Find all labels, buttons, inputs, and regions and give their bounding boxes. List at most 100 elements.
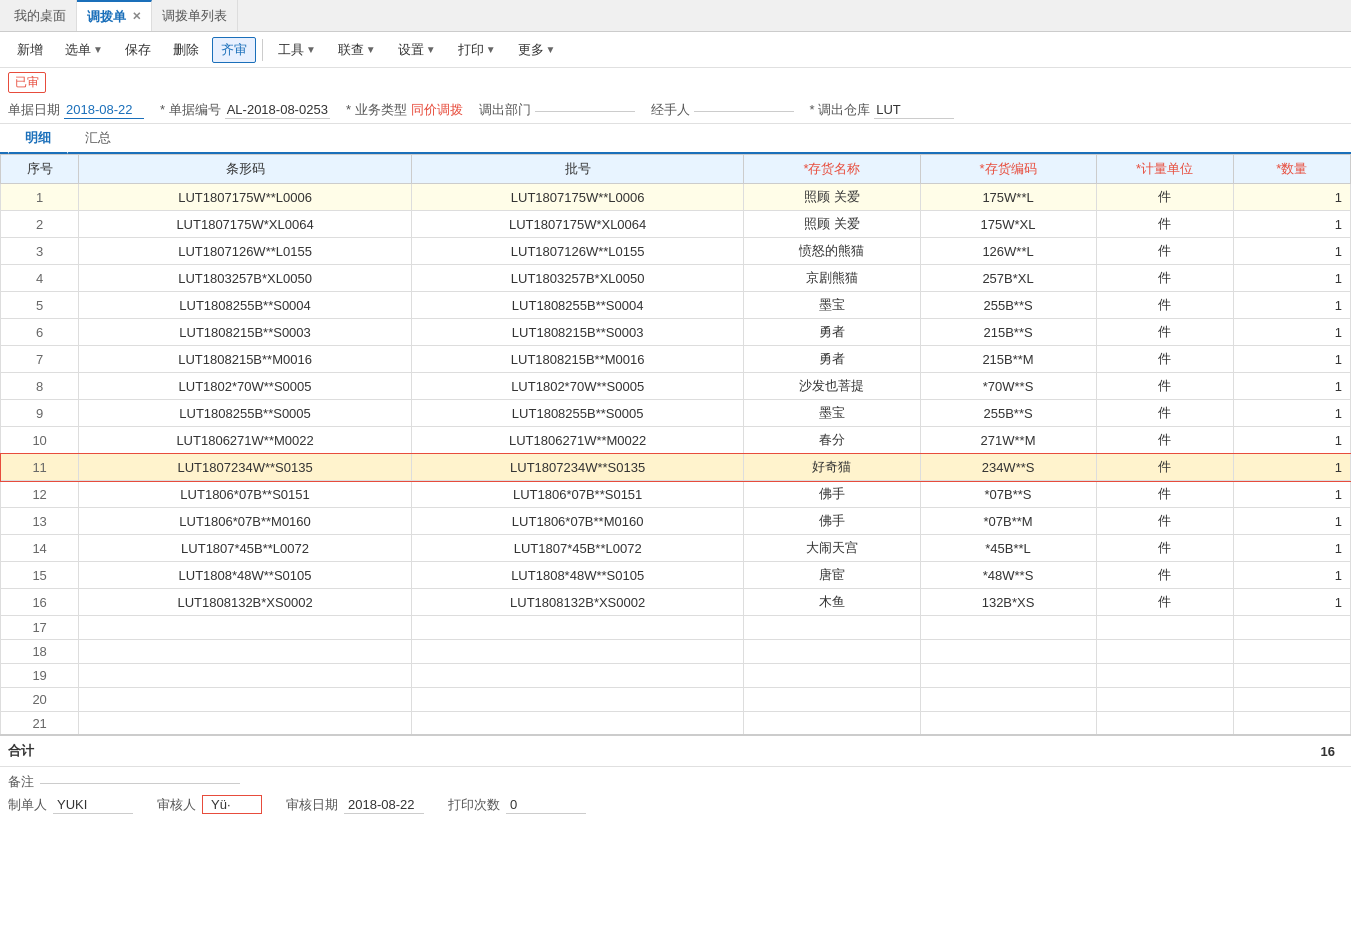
table-row[interactable]: 19 — [1, 664, 1351, 688]
cell-code — [920, 640, 1096, 664]
cell-seq: 1 — [1, 184, 79, 211]
cell-code: 126W**L — [920, 238, 1096, 265]
table-row[interactable]: 16LUT1808132B*XS0002LUT1808132B*XS0002木鱼… — [1, 589, 1351, 616]
table-row[interactable]: 4LUT1803257B*XL0050LUT1803257B*XL0050京剧熊… — [1, 265, 1351, 292]
approver-label: 审核人 — [157, 796, 196, 814]
cell-qty: 1 — [1233, 292, 1350, 319]
cell-barcode: LUT1807126W**L0155 — [79, 238, 412, 265]
approver-field: 审核人 Yü· — [157, 795, 262, 814]
col-header-qty: *数量 — [1233, 155, 1350, 184]
cell-name — [744, 640, 920, 664]
delete-label: 删除 — [173, 41, 199, 59]
tools-button[interactable]: 工具 ▼ — [269, 37, 325, 63]
tab-order-list[interactable]: 调拨单列表 — [152, 0, 238, 31]
handler-value[interactable] — [694, 109, 794, 112]
link-arrow-icon: ▼ — [366, 44, 376, 55]
cell-unit: 件 — [1096, 346, 1233, 373]
tab-order[interactable]: 调拨单 ✕ — [77, 0, 152, 31]
order-no-value[interactable]: AL-2018-08-0253 — [225, 101, 330, 119]
cell-unit: 件 — [1096, 562, 1233, 589]
table-row[interactable]: 20 — [1, 688, 1351, 712]
col-header-barcode: 条形码 — [79, 155, 412, 184]
table-row[interactable]: 3LUT1807126W**L0155LUT1807126W**L0155愤怒的… — [1, 238, 1351, 265]
cell-name: 好奇猫 — [744, 454, 920, 481]
cell-name: 勇者 — [744, 346, 920, 373]
tab-order-close[interactable]: ✕ — [132, 10, 141, 23]
table-row[interactable]: 13LUT1806*07B**M0160LUT1806*07B**M0160佛手… — [1, 508, 1351, 535]
table-row[interactable]: 14LUT1807*45B**L0072LUT1807*45B**L0072大闹… — [1, 535, 1351, 562]
print-button[interactable]: 打印 ▼ — [449, 37, 505, 63]
more-arrow-icon: ▼ — [546, 44, 556, 55]
approve-button[interactable]: 齐审 — [212, 37, 256, 63]
table-row[interactable]: 10LUT1806271W**M0022LUT1806271W**M0022春分… — [1, 427, 1351, 454]
bottom-form-row-1: 备注 — [8, 773, 1343, 791]
cell-barcode — [79, 664, 412, 688]
cell-qty: 1 — [1233, 184, 1350, 211]
note-value[interactable] — [40, 781, 240, 784]
cell-code: 255B**S — [920, 400, 1096, 427]
warehouse-value[interactable]: LUT — [874, 101, 954, 119]
cell-barcode: LUT1808255B**S0004 — [79, 292, 412, 319]
separator-1 — [262, 39, 263, 61]
date-value[interactable]: 2018-08-22 — [64, 101, 144, 119]
table-row[interactable]: 18 — [1, 640, 1351, 664]
cell-unit: 件 — [1096, 292, 1233, 319]
tab-order-label: 调拨单 — [87, 8, 126, 26]
biz-type-value[interactable]: 同价调拨 — [411, 101, 463, 119]
settings-button[interactable]: 设置 ▼ — [389, 37, 445, 63]
link-button[interactable]: 联查 ▼ — [329, 37, 385, 63]
table-row[interactable]: 6LUT1808215B**S0003LUT1808215B**S0003勇者2… — [1, 319, 1351, 346]
link-label: 联查 — [338, 41, 364, 59]
cell-unit: 件 — [1096, 265, 1233, 292]
table-row[interactable]: 7LUT1808215B**M0016LUT1808215B**M0016勇者2… — [1, 346, 1351, 373]
table-row[interactable]: 1LUT1807175W**L0006LUT1807175W**L0006照顾 … — [1, 184, 1351, 211]
table-row[interactable]: 12LUT1806*07B**S0151LUT1806*07B**S0151佛手… — [1, 481, 1351, 508]
cell-barcode — [79, 616, 412, 640]
delete-button[interactable]: 删除 — [164, 37, 208, 63]
cell-batch: LUT1807234W**S0135 — [411, 454, 744, 481]
tab-home[interactable]: 我的桌面 — [4, 0, 77, 31]
cell-code: 257B*XL — [920, 265, 1096, 292]
cell-seq: 15 — [1, 562, 79, 589]
select-button[interactable]: 选单 ▼ — [56, 37, 112, 63]
tab-detail[interactable]: 明细 — [8, 124, 68, 154]
table-row[interactable]: 15LUT1808*48W**S0105LUT1808*48W**S0105唐宦… — [1, 562, 1351, 589]
cell-batch — [411, 712, 744, 735]
save-button[interactable]: 保存 — [116, 37, 160, 63]
more-button[interactable]: 更多 ▼ — [509, 37, 565, 63]
cell-code: 255B**S — [920, 292, 1096, 319]
cell-qty: 1 — [1233, 481, 1350, 508]
col-header-seq: 序号 — [1, 155, 79, 184]
cell-batch: LUT1807175W*XL0064 — [411, 211, 744, 238]
cell-code: 175W*XL — [920, 211, 1096, 238]
note-label: 备注 — [8, 773, 34, 791]
dept-value[interactable] — [535, 109, 635, 112]
cell-qty: 1 — [1233, 427, 1350, 454]
cell-code: 215B**S — [920, 319, 1096, 346]
table-row[interactable]: 21 — [1, 712, 1351, 735]
settings-arrow-icon: ▼ — [426, 44, 436, 55]
table-row[interactable]: 8LUT1802*70W**S0005LUT1802*70W**S0005沙发也… — [1, 373, 1351, 400]
cell-name — [744, 688, 920, 712]
table-row[interactable]: 5LUT1808255B**S0004LUT1808255B**S0004墨宝2… — [1, 292, 1351, 319]
note-field: 备注 — [8, 773, 240, 791]
cell-batch — [411, 616, 744, 640]
cell-barcode: LUT1808215B**M0016 — [79, 346, 412, 373]
cell-seq: 18 — [1, 640, 79, 664]
table-row[interactable]: 2LUT1807175W*XL0064LUT1807175W*XL0064照顾 … — [1, 211, 1351, 238]
settings-label: 设置 — [398, 41, 424, 59]
cell-qty: 1 — [1233, 346, 1350, 373]
table-row[interactable]: 17 — [1, 616, 1351, 640]
cell-name — [744, 616, 920, 640]
table-row[interactable]: 11LUT1807234W**S0135LUT1807234W**S0135好奇… — [1, 454, 1351, 481]
cell-qty — [1233, 616, 1350, 640]
cell-qty: 1 — [1233, 373, 1350, 400]
cell-qty: 1 — [1233, 265, 1350, 292]
approver-value[interactable]: Yü· — [202, 795, 262, 814]
table-header-row: 序号 条形码 批号 *存货名称 *存货编码 *计量单位 *数量 — [1, 155, 1351, 184]
tab-summary[interactable]: 汇总 — [68, 124, 128, 152]
print-count-label: 打印次数 — [448, 796, 500, 814]
new-button[interactable]: 新增 — [8, 37, 52, 63]
date-label: 单据日期 — [8, 101, 60, 119]
table-row[interactable]: 9LUT1808255B**S0005LUT1808255B**S0005墨宝2… — [1, 400, 1351, 427]
